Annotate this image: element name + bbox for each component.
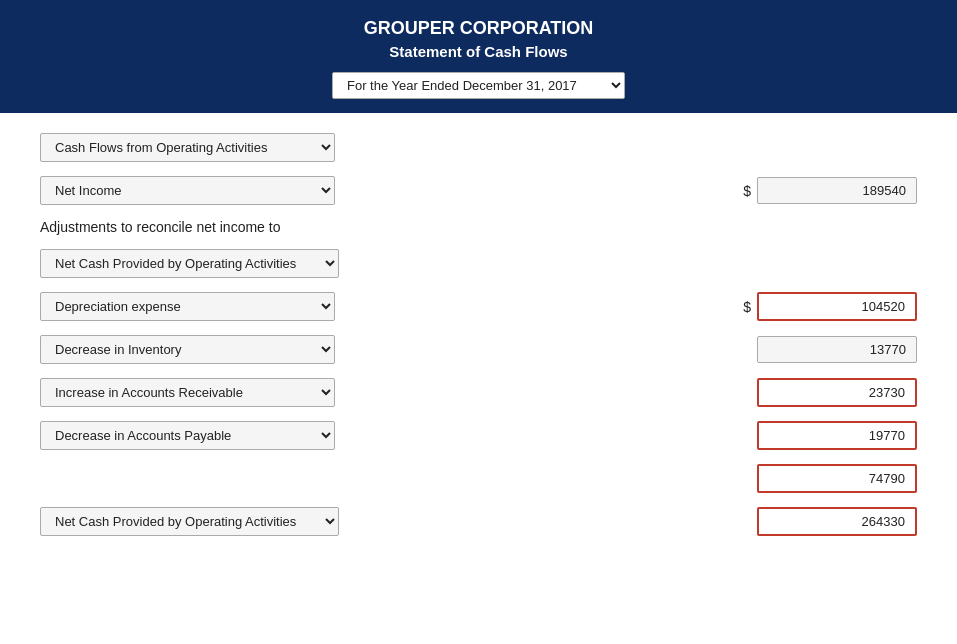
section-header-row: Cash Flows from Operating Activities [40,133,917,162]
inventory-row: Decrease in Inventory [40,335,917,364]
cash-provided-row: Net Cash Provided by Operating Activitie… [40,249,917,278]
net-income-input[interactable] [757,177,917,204]
ar-select[interactable]: Increase in Accounts Receivable [40,378,335,407]
depreciation-input[interactable] [757,292,917,321]
cash-provided-operating-select[interactable]: Net Cash Provided by Operating Activitie… [40,249,339,278]
header: GROUPER CORPORATION Statement of Cash Fl… [0,0,957,113]
net-income-dollar: $ [737,183,757,199]
subtotal-row [40,464,917,493]
cash-flows-operating-select[interactable]: Cash Flows from Operating Activities [40,133,335,162]
depreciation-select[interactable]: Depreciation expense [40,292,335,321]
period-dropdown-wrap[interactable]: For the Year Ended December 31, 2017 [332,72,625,99]
net-income-row: Net Income $ [40,176,917,205]
depreciation-dollar: $ [737,299,757,315]
company-name: GROUPER CORPORATION [20,18,937,39]
content-area: Cash Flows from Operating Activities Net… [0,113,957,580]
statement-title: Statement of Cash Flows [20,43,937,60]
ar-input[interactable] [757,378,917,407]
inventory-input[interactable] [757,336,917,363]
net-cash-total-input[interactable] [757,507,917,536]
adjustments-label: Adjustments to reconcile net income to [40,219,917,235]
ap-row: Decrease in Accounts Payable [40,421,917,450]
period-select[interactable]: For the Year Ended December 31, 2017 [332,72,625,99]
ap-input[interactable] [757,421,917,450]
ap-select[interactable]: Decrease in Accounts Payable [40,421,335,450]
net-cash-total-row: Net Cash Provided by Operating Activitie… [40,507,917,536]
net-income-select[interactable]: Net Income [40,176,335,205]
inventory-select[interactable]: Decrease in Inventory [40,335,335,364]
net-cash-total-select[interactable]: Net Cash Provided by Operating Activitie… [40,507,339,536]
depreciation-row: Depreciation expense $ [40,292,917,321]
subtotal-input[interactable] [757,464,917,493]
ar-row: Increase in Accounts Receivable [40,378,917,407]
